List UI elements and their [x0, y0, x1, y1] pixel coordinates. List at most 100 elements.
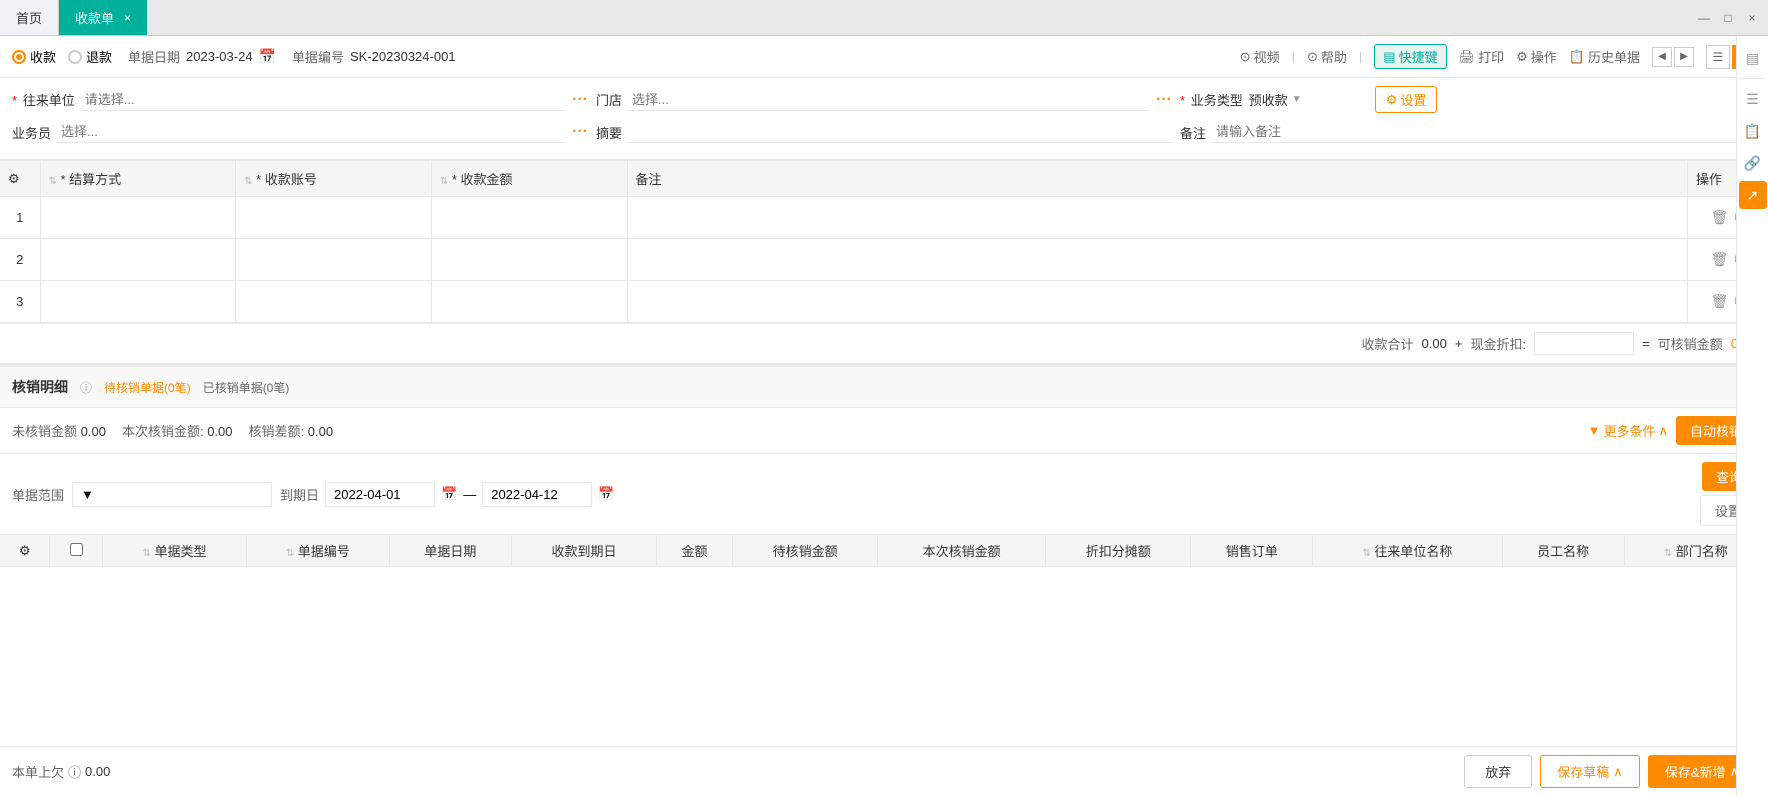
radio-receive[interactable]: 收款	[12, 47, 56, 66]
pending-tag[interactable]: 待核销单据(0笔)	[104, 379, 191, 396]
bottom-th-checkbox[interactable]	[50, 535, 103, 567]
date-field: 单据日期 2023-03-24 📅	[128, 47, 276, 66]
verification-info-icon[interactable]: ⓘ	[80, 379, 92, 396]
help-icon: ⊙	[1307, 49, 1318, 65]
minimize-button[interactable]: —	[1696, 10, 1712, 26]
select-all-checkbox[interactable]	[70, 543, 83, 556]
row-1-delete-icon[interactable]: 🗑	[1711, 209, 1729, 226]
print-icon: 🖨	[1459, 49, 1476, 65]
radio-refund-label: 退款	[86, 47, 112, 66]
prev-arrow[interactable]: ◀	[1652, 47, 1672, 67]
row-3-settlement[interactable]	[40, 281, 236, 323]
row-3-account[interactable]	[236, 281, 432, 323]
footer: 本单上欠 ⓘ 0.00 放弃 保存草稿 ∧ 保存&新增 ∧	[0, 746, 1768, 796]
calendar-icon[interactable]: 📅	[259, 48, 276, 65]
radio-refund[interactable]: 退款	[68, 47, 112, 66]
store-input[interactable]	[628, 89, 1150, 111]
scope-select[interactable]: ▼	[72, 482, 272, 507]
bottom-th-order[interactable]: 销售订单	[1191, 535, 1313, 567]
print-btn[interactable]: 🖨 打印	[1459, 47, 1505, 66]
bottom-th-due[interactable]: 收款到期日	[511, 535, 656, 567]
maximize-button[interactable]: □	[1720, 10, 1736, 26]
discount-label: 现金折扣:	[1470, 334, 1526, 353]
diff-value: 0.00	[308, 424, 333, 439]
sidebar-list-icon[interactable]: ☰	[1739, 85, 1767, 113]
store-more-btn[interactable]: ···	[1156, 91, 1172, 109]
row-1-amount[interactable]	[431, 197, 627, 239]
footer-info-label: 本单上欠	[12, 762, 64, 781]
done-tag[interactable]: 已核销单据(0笔)	[203, 379, 290, 396]
th-settings[interactable]: ⚙	[0, 161, 40, 197]
settings-button[interactable]: ⚙ 设置	[1375, 86, 1438, 113]
bottom-th-type[interactable]: ⇅ 单据类型	[103, 535, 246, 567]
row-3-amount[interactable]	[431, 281, 627, 323]
row-2-account[interactable]	[236, 239, 432, 281]
operations-btn[interactable]: ⚙ 操作	[1516, 47, 1557, 66]
row-2-delete-icon[interactable]: 🗑	[1711, 251, 1729, 268]
history-label: 历史单据	[1588, 47, 1640, 66]
history-btn[interactable]: 📋 历史单据	[1569, 47, 1640, 66]
tab-current[interactable]: 收款单 ×	[59, 0, 147, 35]
tab-home[interactable]: 首页	[0, 0, 59, 35]
shortcut-btn[interactable]: ▤ 快捷键	[1374, 44, 1446, 69]
bottom-th-discount[interactable]: 折扣分摊额	[1046, 535, 1191, 567]
sidebar-link-icon[interactable]: 🔗	[1739, 149, 1767, 177]
row-1-account[interactable]	[236, 197, 432, 239]
help-btn[interactable]: ⊙ 帮助	[1307, 47, 1347, 66]
row-3-remark[interactable]	[627, 281, 1688, 323]
remark-label: 备注	[1180, 123, 1206, 142]
salesperson-label: 业务员	[12, 123, 51, 142]
video-btn[interactable]: ⊙ 视频	[1240, 47, 1280, 66]
more-conditions-btn[interactable]: ▼ 更多条件 ∧	[1588, 421, 1668, 440]
toolbar: 收款 退款 单据日期 2023-03-24 📅 单据编号 SK-20230324…	[0, 36, 1768, 78]
verification-title: 核销明细	[12, 377, 68, 397]
salesperson-more-btn[interactable]: ···	[572, 123, 588, 141]
footer-buttons: 放弃 保存草稿 ∧ 保存&新增 ∧	[1464, 755, 1756, 788]
row-1-settlement[interactable]	[40, 197, 236, 239]
footer-info-icon[interactable]: ⓘ	[68, 762, 81, 781]
bottom-th-amount[interactable]: 金额	[657, 535, 733, 567]
save-new-label: 保存&新增	[1665, 762, 1726, 781]
operations-icon: ⚙	[1516, 49, 1528, 65]
save-draft-button[interactable]: 保存草稿 ∧	[1540, 755, 1640, 788]
bottom-th-current[interactable]: 本次核销金额	[878, 535, 1046, 567]
summary-input[interactable]	[628, 121, 1172, 143]
tab-close-icon[interactable]: ×	[124, 11, 131, 25]
row-2-settlement[interactable]	[40, 239, 236, 281]
row-3-index: 3	[0, 281, 40, 323]
sidebar-expand-icon[interactable]: ↗	[1739, 181, 1767, 209]
unverified-value: 0.00	[81, 424, 106, 439]
bottom-th-number[interactable]: ⇅ 单据编号	[246, 535, 389, 567]
salesperson-input[interactable]	[57, 121, 566, 143]
row-1-remark[interactable]	[627, 197, 1688, 239]
date-to-input[interactable]	[482, 482, 592, 507]
th-amount[interactable]: ⇅ * 收款金额	[431, 161, 627, 197]
discount-input[interactable]	[1534, 332, 1634, 355]
close-button[interactable]: ×	[1744, 10, 1760, 26]
calendar-to-icon[interactable]: 📅	[598, 486, 614, 502]
tab-current-label: 收款单	[75, 8, 114, 27]
row-3-delete-icon[interactable]: 🗑	[1711, 293, 1729, 310]
remark-input[interactable]	[1212, 121, 1756, 143]
list-view-btn[interactable]: ☰	[1706, 45, 1730, 69]
row-2-amount[interactable]	[431, 239, 627, 281]
partner-more-btn[interactable]: ···	[572, 91, 588, 109]
th-account[interactable]: ⇅ * 收款账号	[236, 161, 432, 197]
sidebar-table-icon[interactable]: ▤	[1739, 44, 1767, 72]
next-arrow[interactable]: ▶	[1674, 47, 1694, 67]
bottom-th-employee[interactable]: 员工名称	[1502, 535, 1624, 567]
business-type-select[interactable]: 预收款 ▼	[1249, 90, 1369, 109]
abandon-button[interactable]: 放弃	[1464, 755, 1532, 788]
date-from-input[interactable]	[325, 482, 435, 507]
chevron-up-icon: ∧	[1658, 423, 1668, 439]
partner-input[interactable]	[81, 89, 566, 111]
bottom-th-partner[interactable]: ⇅ 往来单位名称	[1313, 535, 1502, 567]
bottom-th-date[interactable]: 单据日期	[389, 535, 511, 567]
bottom-th-settings[interactable]: ⚙	[0, 535, 50, 567]
business-type-required: *	[1180, 93, 1185, 108]
th-settlement[interactable]: ⇅ * 结算方式	[40, 161, 236, 197]
row-2-remark[interactable]	[627, 239, 1688, 281]
bottom-th-pending[interactable]: 待核销金额	[733, 535, 878, 567]
calendar-from-icon[interactable]: 📅	[441, 486, 457, 502]
sidebar-doc-icon[interactable]: 📋	[1739, 117, 1767, 145]
